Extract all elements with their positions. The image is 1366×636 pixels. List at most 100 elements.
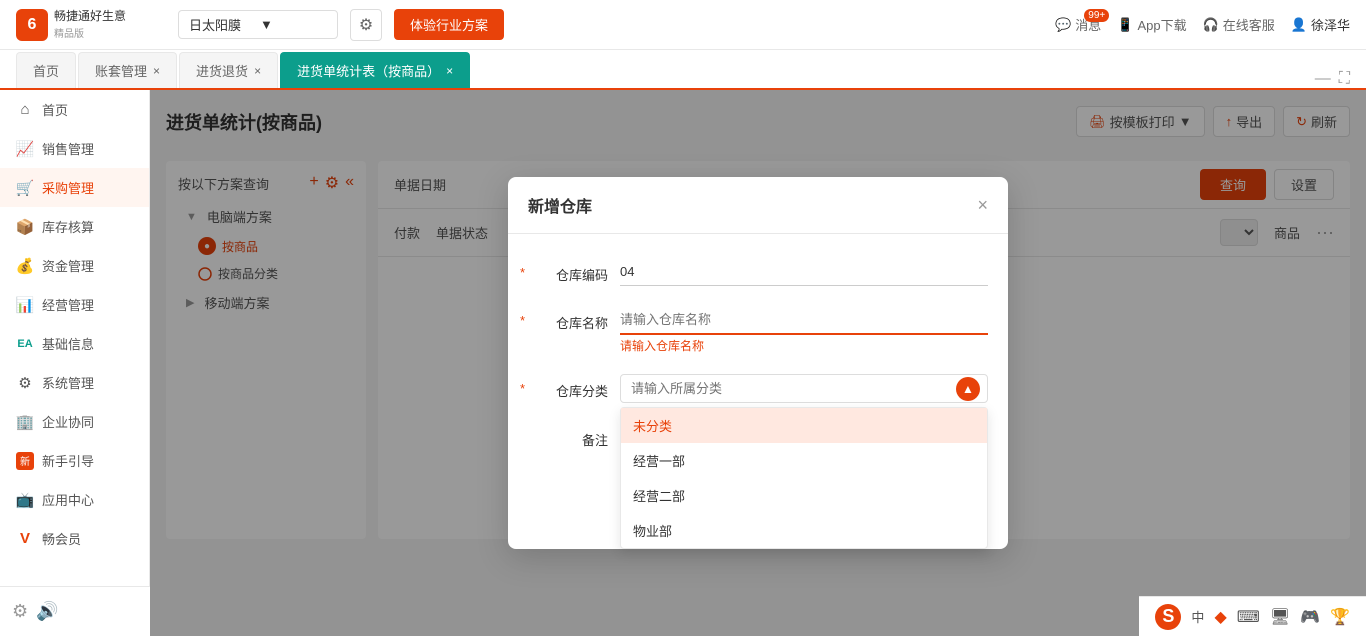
message-badge: 99+ (1084, 9, 1109, 22)
sidebar-purchase-label: 采购管理 (42, 178, 94, 197)
note-label: 备注 (528, 423, 608, 449)
app-download-button[interactable]: 📱 App下载 (1117, 15, 1186, 34)
brand-name: 畅捷通好生意 (54, 9, 126, 25)
volume-icon[interactable]: 🔊 (36, 601, 58, 622)
tab-purchase-stat-close[interactable]: × (446, 64, 453, 78)
dropdown-option-3[interactable]: 物业部 (621, 513, 987, 548)
form-row-name: 仓库名称 请输入仓库名称 (528, 306, 988, 354)
tab-purchase-return-close[interactable]: × (254, 64, 261, 78)
sidebar-item-inventory[interactable]: 📦 库存核算 (0, 207, 149, 246)
category-input[interactable] (620, 374, 988, 403)
modal-close-button[interactable]: × (977, 195, 988, 216)
sidebar-item-app-center[interactable]: 📺 应用中心 (0, 480, 149, 519)
dropdown-option-2[interactable]: 经营二部 (621, 478, 987, 513)
finance-icon: 💰 (16, 257, 34, 275)
sidebar-item-member[interactable]: V 畅会员 (0, 519, 149, 558)
sidebar-item-guide[interactable]: 新 新手引导 (0, 441, 149, 480)
footer-keyboard-icon: ⌨ (1237, 607, 1260, 627)
purchase-icon: 🛒 (16, 179, 34, 197)
user-icon: 👤 (1291, 17, 1307, 33)
sidebar-item-purchase[interactable]: 🛒 采购管理 (0, 168, 149, 207)
online-service-button[interactable]: 🎧 在线客服 (1203, 15, 1275, 34)
dropdown-arrow-button[interactable]: ▲ (956, 377, 980, 401)
app-center-icon: 📺 (16, 491, 34, 509)
sidebar-item-operation[interactable]: 📊 经营管理 (0, 285, 149, 324)
content-area: 进货单统计(按商品) 🖨 按模板打印 ▼ ↑ 导出 ↻ 刷新 (150, 90, 1366, 636)
minimize-icon[interactable]: — (1315, 70, 1331, 88)
app-logo: 6 (16, 9, 48, 41)
sidebar: ⌂ 首页 📈 销售管理 🛒 采购管理 📦 库存核算 💰 资金管理 📊 经营管理 … (0, 90, 150, 636)
expand-icon[interactable]: ⛶ (1339, 70, 1350, 88)
code-input-wrap (620, 258, 988, 286)
inventory-icon: 📦 (16, 218, 34, 236)
main-layout: ⌂ 首页 📈 销售管理 🛒 采购管理 📦 库存核算 💰 资金管理 📊 经营管理 … (0, 90, 1366, 636)
name-input-wrap: 请输入仓库名称 (620, 306, 988, 354)
modal-overlay: 新增仓库 × 仓库编码 仓库名称 (150, 90, 1366, 636)
guide-icon: 新 (16, 452, 34, 470)
store-name: 日太阳膜 (189, 15, 256, 34)
sidebar-item-home[interactable]: ⌂ 首页 (0, 90, 149, 129)
basic-icon: EA (16, 335, 34, 353)
top-header: 6 畅捷通好生意 精品版 日太阳膜 ▼ ⚙ 体验行业方案 💬 消息 99+ 📱 … (0, 0, 1366, 50)
sidebar-finance-label: 资金管理 (42, 256, 94, 275)
tab-account[interactable]: 账套管理 × (78, 52, 177, 88)
name-input[interactable] (620, 306, 988, 335)
form-row-code: 仓库编码 (528, 258, 988, 286)
gear-icon: ⚙ (359, 15, 373, 35)
sidebar-guide-label: 新手引导 (42, 451, 94, 470)
settings-bottom-icon[interactable]: ⚙ (12, 601, 28, 622)
dropdown-option-1[interactable]: 经营一部 (621, 443, 987, 478)
sidebar-item-sales[interactable]: 📈 销售管理 (0, 129, 149, 168)
user-name: 徐泽华 (1311, 15, 1350, 34)
category-dropdown-wrap: ▲ 未分类 经营一部 经营二部 物业部 (620, 374, 988, 403)
tab-bar: 首页 账套管理 × 进货退货 × 进货单统计表（按商品） × — ⛶ (0, 50, 1366, 90)
chevron-down-icon: ▼ (260, 17, 327, 32)
sidebar-member-label: 畅会员 (42, 529, 81, 548)
tab-controls: — ⛶ (1315, 70, 1350, 88)
sidebar-inventory-label: 库存核算 (42, 217, 94, 236)
home-icon: ⌂ (16, 101, 34, 119)
modal-header: 新增仓库 × (508, 177, 1008, 234)
tab-purchase-stat[interactable]: 进货单统计表（按商品） × (280, 52, 470, 88)
tab-purchase-return-label: 进货退货 (196, 61, 248, 80)
category-dropdown-list: 未分类 经营一部 经营二部 物业部 (620, 407, 988, 549)
sidebar-item-finance[interactable]: 💰 资金管理 (0, 246, 149, 285)
tab-home-label: 首页 (33, 61, 59, 80)
tab-purchase-stat-label: 进货单统计表（按商品） (297, 61, 440, 80)
member-icon: V (16, 530, 34, 548)
app-download-label: App下载 (1137, 15, 1186, 34)
sidebar-sales-label: 销售管理 (42, 139, 94, 158)
footer-dot-icon: ◆ (1214, 607, 1226, 627)
footer-monitor-icon: 🖥 (1270, 607, 1290, 627)
system-icon: ⚙ (16, 374, 34, 392)
user-menu[interactable]: 👤 徐泽华 (1291, 15, 1350, 34)
sidebar-item-enterprise[interactable]: 🏢 企业协同 (0, 402, 149, 441)
code-input[interactable] (620, 258, 988, 286)
tab-account-close[interactable]: × (153, 64, 160, 78)
sidebar-item-basic[interactable]: EA 基础信息 (0, 324, 149, 363)
footer-brand-icon: S (1155, 604, 1181, 630)
sales-icon: 📈 (16, 140, 34, 158)
footer-trophy-icon: 🏆 (1330, 607, 1350, 627)
category-label: 仓库分类 (528, 374, 608, 400)
enterprise-icon: 🏢 (16, 413, 34, 431)
footer-bar: S 中 ◆ ⌨ 🖥 🎮 🏆 (1139, 596, 1366, 636)
dropdown-option-0[interactable]: 未分类 (621, 408, 987, 443)
tab-home[interactable]: 首页 (16, 52, 76, 88)
tab-purchase-return[interactable]: 进货退货 × (179, 52, 278, 88)
phone-icon: 📱 (1117, 17, 1133, 33)
new-warehouse-modal: 新增仓库 × 仓库编码 仓库名称 (508, 177, 1008, 549)
logo-area: 6 畅捷通好生意 精品版 (16, 9, 166, 41)
name-label: 仓库名称 (528, 306, 608, 332)
online-service-label: 在线客服 (1223, 15, 1275, 34)
sidebar-bottom: ⚙ 🔊 (0, 586, 150, 636)
sidebar-item-system[interactable]: ⚙ 系统管理 (0, 363, 149, 402)
store-selector[interactable]: 日太阳膜 ▼ (178, 10, 338, 39)
message-button[interactable]: 💬 消息 99+ (1055, 15, 1101, 34)
tab-account-label: 账套管理 (95, 61, 147, 80)
sidebar-operation-label: 经营管理 (42, 295, 94, 314)
trial-button[interactable]: 体验行业方案 (394, 9, 504, 40)
footer-zh-icon: 中 (1191, 607, 1204, 626)
gear-button[interactable]: ⚙ (350, 9, 382, 41)
name-error-msg: 请输入仓库名称 (620, 337, 988, 354)
